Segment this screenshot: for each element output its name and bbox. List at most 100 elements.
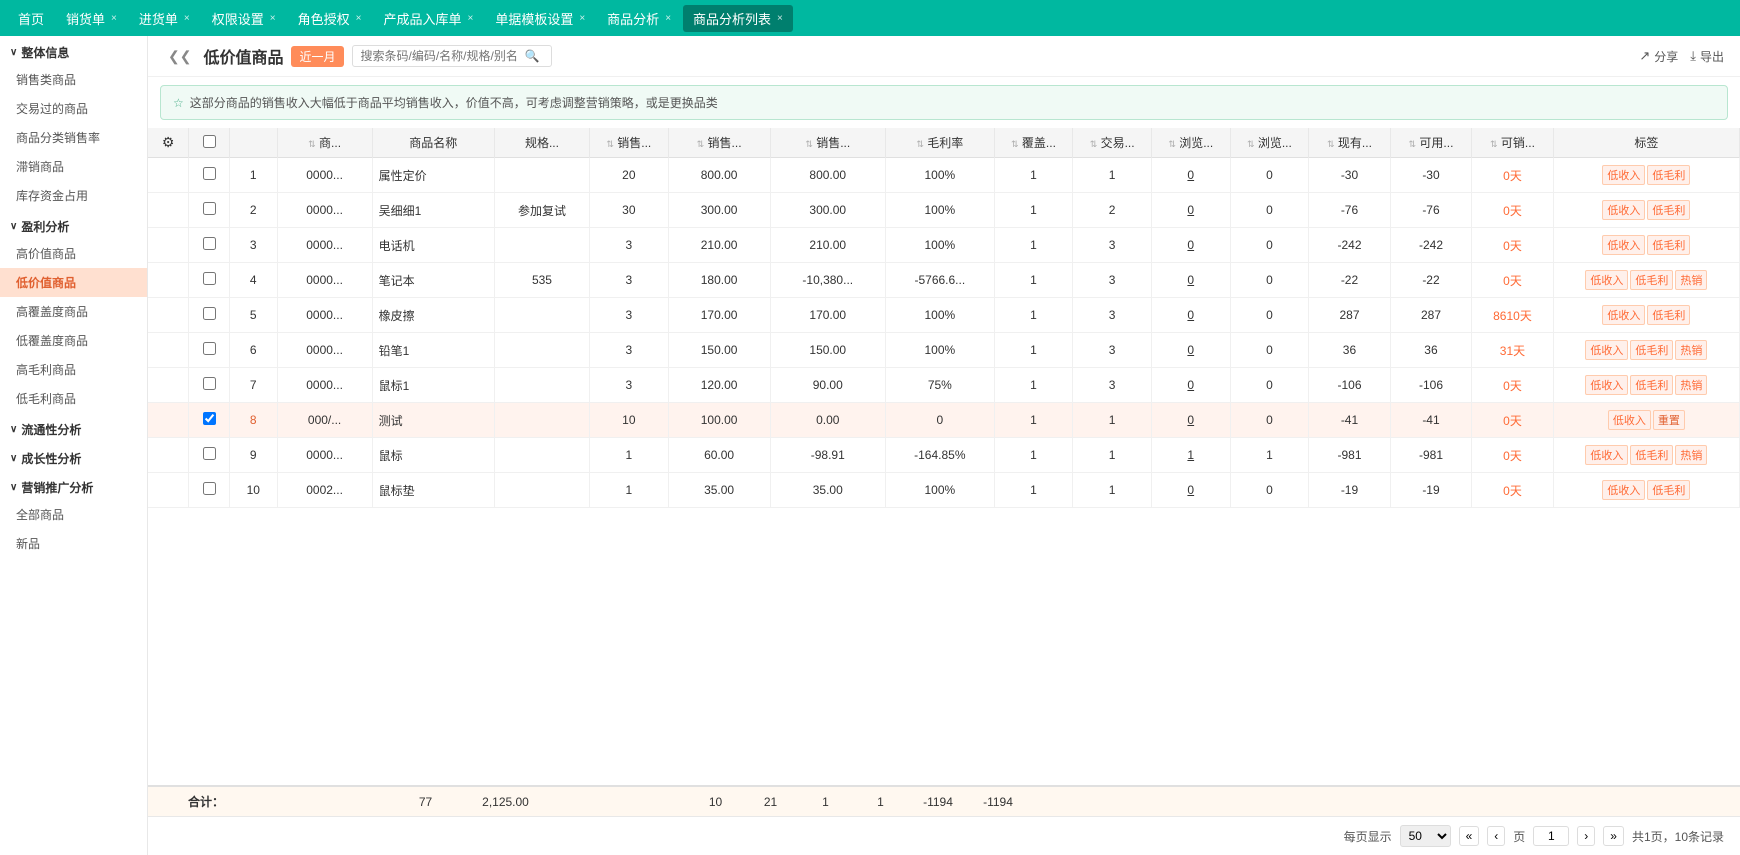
- nav-close-7[interactable]: ×: [665, 13, 671, 24]
- th-col8[interactable]: ⇅ 浏览...: [1230, 128, 1309, 158]
- row-2-col7[interactable]: 0: [1151, 228, 1230, 263]
- nav-close-8[interactable]: ×: [777, 13, 783, 24]
- th-col-code[interactable]: ⇅ 商...: [277, 128, 372, 158]
- row-3-checkbox[interactable]: [189, 263, 230, 298]
- gear-icon[interactable]: ⚙: [162, 134, 175, 150]
- sort-icon[interactable]: ⇅: [1011, 139, 1019, 149]
- th-col6[interactable]: ⇅ 交易...: [1073, 128, 1152, 158]
- collapse-button[interactable]: ❮❮: [164, 48, 195, 65]
- sort-icon[interactable]: ⇅: [308, 139, 316, 149]
- sidebar-group-2[interactable]: ∨ 流通性分析: [0, 413, 147, 442]
- col7-link-5[interactable]: 0: [1187, 343, 1194, 357]
- sidebar-item-4-1[interactable]: 新品: [0, 529, 147, 558]
- col7-link-4[interactable]: 0: [1187, 308, 1194, 322]
- nav-item-7[interactable]: 商品分析×: [597, 5, 681, 32]
- nav-close-5[interactable]: ×: [467, 13, 473, 24]
- nav-close-6[interactable]: ×: [579, 13, 585, 24]
- page-size-select[interactable]: 2050100: [1400, 825, 1451, 847]
- row-4-col7[interactable]: 0: [1151, 298, 1230, 333]
- nav-close-4[interactable]: ×: [356, 13, 362, 24]
- sidebar-group-3[interactable]: ∨ 成长性分析: [0, 442, 147, 471]
- th-col2[interactable]: ⇅ 销售...: [668, 128, 770, 158]
- nav-item-4[interactable]: 角色授权×: [288, 5, 372, 32]
- col7-link-2[interactable]: 0: [1187, 238, 1194, 252]
- nav-item-5[interactable]: 产成品入库单×: [373, 5, 483, 32]
- share-button[interactable]: ↗ 分享: [1639, 48, 1678, 65]
- row-checkbox-0[interactable]: [203, 167, 216, 180]
- col7-link-3[interactable]: 0: [1187, 273, 1194, 287]
- row-checkbox-9[interactable]: [203, 482, 216, 495]
- sort-icon[interactable]: ⇅: [805, 139, 813, 149]
- prev-page-button[interactable]: ‹: [1487, 826, 1505, 846]
- sidebar-item-4-0[interactable]: 全部商品: [0, 500, 147, 529]
- th-col11[interactable]: ⇅ 可销...: [1472, 128, 1554, 158]
- select-all-checkbox[interactable]: [203, 135, 216, 148]
- nav-item-0[interactable]: 首页: [8, 5, 54, 32]
- th-col3[interactable]: ⇅ 销售...: [770, 128, 885, 158]
- sidebar-item-1-4[interactable]: 高毛利商品: [0, 355, 147, 384]
- sort-icon[interactable]: ⇅: [1090, 139, 1098, 149]
- row-2-checkbox[interactable]: [189, 228, 230, 263]
- th-col-tags[interactable]: 标签: [1553, 128, 1739, 158]
- sidebar-item-0-1[interactable]: 交易过的商品: [0, 94, 147, 123]
- sidebar-item-1-1[interactable]: 低价值商品: [0, 268, 147, 297]
- sort-icon[interactable]: ⇅: [606, 139, 614, 149]
- row-1-checkbox[interactable]: [189, 193, 230, 228]
- sort-icon[interactable]: ⇅: [697, 139, 705, 149]
- th-col7[interactable]: ⇅ 浏览...: [1151, 128, 1230, 158]
- col7-link-1[interactable]: 0: [1187, 203, 1194, 217]
- row-5-col7[interactable]: 0: [1151, 333, 1230, 368]
- row-6-col7[interactable]: 0: [1151, 368, 1230, 403]
- row-0-checkbox[interactable]: [189, 158, 230, 193]
- row-8-col7[interactable]: 1: [1151, 438, 1230, 473]
- nav-item-8[interactable]: 商品分析列表×: [683, 5, 793, 32]
- row-1-col7[interactable]: 0: [1151, 193, 1230, 228]
- sort-icon[interactable]: ⇅: [916, 139, 924, 149]
- sidebar-item-0-4[interactable]: 库存资金占用: [0, 181, 147, 210]
- export-button[interactable]: ⤓ 导出: [1690, 48, 1724, 65]
- sidebar-item-1-5[interactable]: 低毛利商品: [0, 384, 147, 413]
- th-col5[interactable]: ⇅ 覆盖...: [994, 128, 1073, 158]
- nav-close-1[interactable]: ×: [111, 13, 117, 24]
- th-col-name[interactable]: 商品名称: [372, 128, 494, 158]
- col-checkbox[interactable]: [189, 128, 230, 158]
- col-gear[interactable]: ⚙: [148, 128, 189, 158]
- sidebar-item-1-2[interactable]: 高覆盖度商品: [0, 297, 147, 326]
- col7-link-8[interactable]: 1: [1187, 448, 1194, 462]
- th-col9[interactable]: ⇅ 现有...: [1309, 128, 1391, 158]
- row-checkbox-8[interactable]: [203, 447, 216, 460]
- th-col10[interactable]: ⇅ 可用...: [1390, 128, 1472, 158]
- next-page-button[interactable]: ›: [1577, 826, 1595, 846]
- row-checkbox-2[interactable]: [203, 237, 216, 250]
- sidebar-item-0-2[interactable]: 商品分类销售率: [0, 123, 147, 152]
- row-checkbox-7[interactable]: [203, 412, 216, 425]
- col7-link-7[interactable]: 0: [1187, 413, 1194, 427]
- row-5-checkbox[interactable]: [189, 333, 230, 368]
- row-checkbox-6[interactable]: [203, 377, 216, 390]
- sidebar-item-1-3[interactable]: 低覆盖度商品: [0, 326, 147, 355]
- row-checkbox-1[interactable]: [203, 202, 216, 215]
- nav-close-2[interactable]: ×: [184, 13, 190, 24]
- sidebar-group-0[interactable]: ∨ 整体信息: [0, 36, 147, 65]
- row-4-checkbox[interactable]: [189, 298, 230, 333]
- row-checkbox-4[interactable]: [203, 307, 216, 320]
- nav-item-3[interactable]: 权限设置×: [202, 5, 286, 32]
- row-6-checkbox[interactable]: [189, 368, 230, 403]
- sort-icon[interactable]: ⇅: [1490, 139, 1498, 149]
- row-0-col7[interactable]: 0: [1151, 158, 1230, 193]
- row-9-checkbox[interactable]: [189, 473, 230, 508]
- search-icon[interactable]: 🔍: [525, 49, 540, 63]
- search-input[interactable]: [361, 49, 521, 63]
- row-3-col7[interactable]: 0: [1151, 263, 1230, 298]
- sort-icon[interactable]: ⇅: [1168, 139, 1176, 149]
- row-7-col7[interactable]: 0: [1151, 403, 1230, 438]
- sidebar-item-0-3[interactable]: 滞销商品: [0, 152, 147, 181]
- nav-item-6[interactable]: 单据模板设置×: [485, 5, 595, 32]
- sidebar-group-1[interactable]: ∨ 盈利分析: [0, 210, 147, 239]
- filter-tag-button[interactable]: 近一月: [291, 46, 343, 67]
- row-7-checkbox[interactable]: [189, 403, 230, 438]
- nav-item-1[interactable]: 销货单×: [56, 5, 127, 32]
- sidebar-item-0-0[interactable]: 销售类商品: [0, 65, 147, 94]
- row-8-checkbox[interactable]: [189, 438, 230, 473]
- th-col-spec[interactable]: 规格...: [494, 128, 589, 158]
